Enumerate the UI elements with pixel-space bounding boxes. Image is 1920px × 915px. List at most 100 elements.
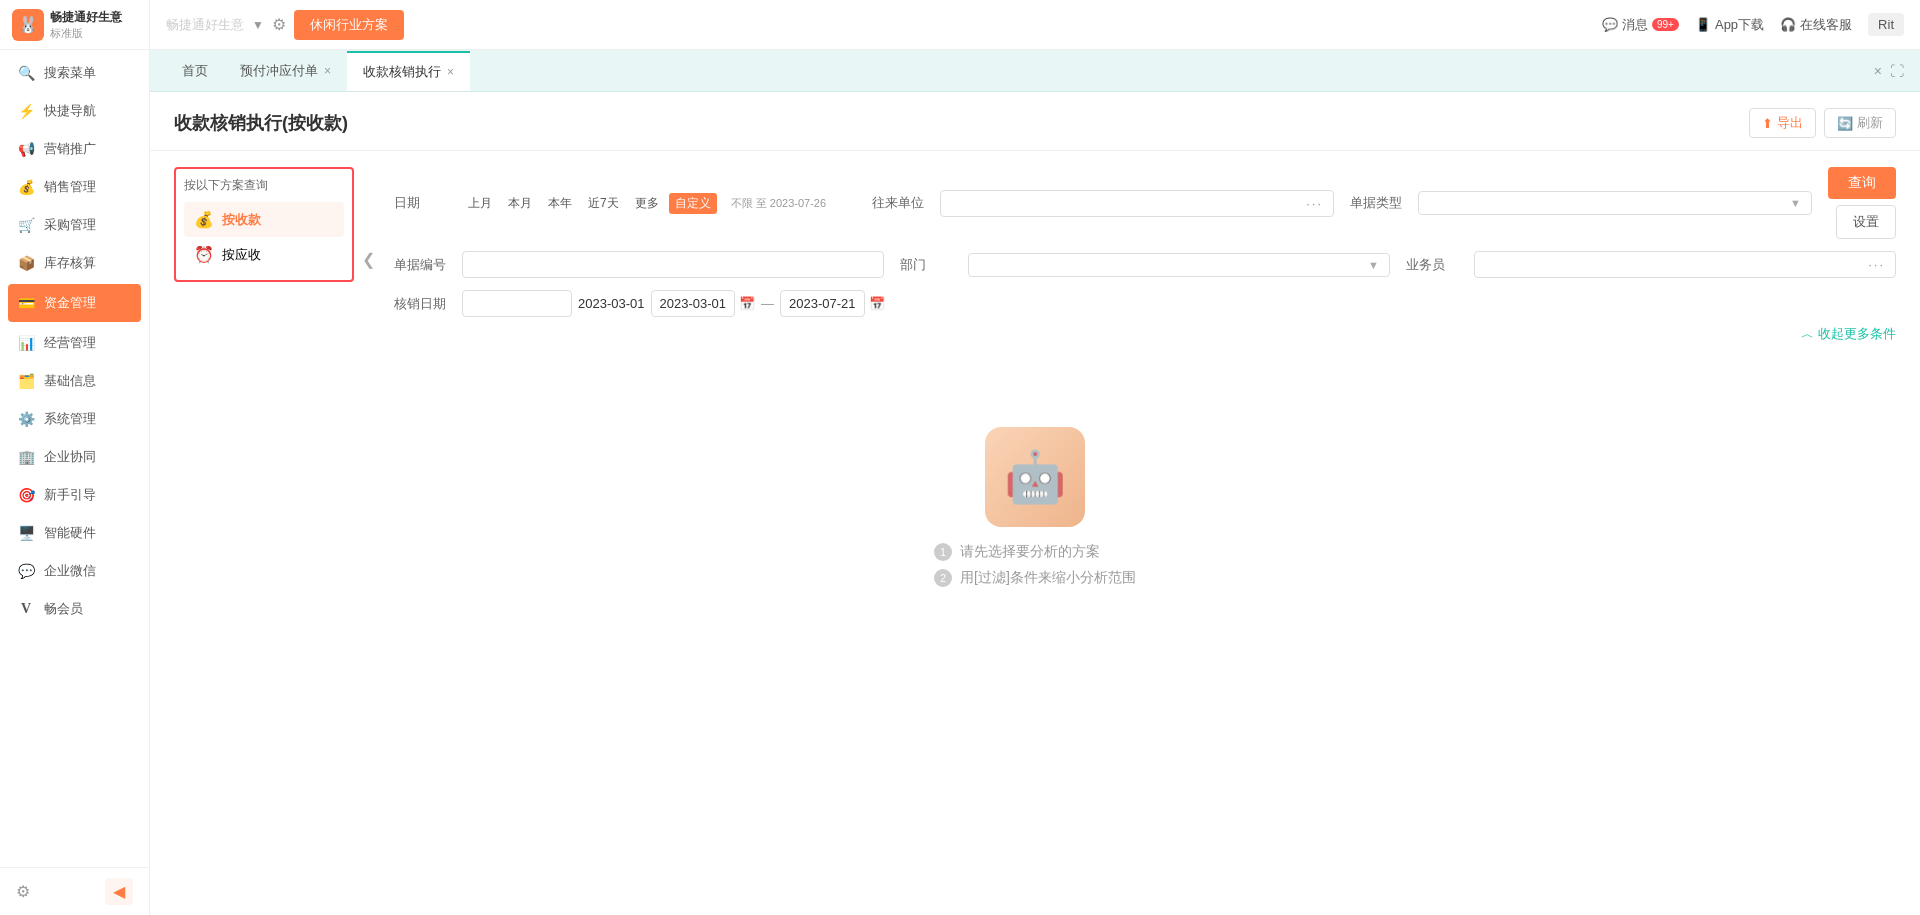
user-area[interactable]: Rit [1868, 17, 1904, 32]
collapse-left-icon: ❮ [362, 250, 375, 269]
collapse-more-button[interactable]: ︿ 收起更多条件 [1801, 325, 1896, 343]
guide-icon: 🎯 [16, 487, 36, 503]
staff-select[interactable] [1474, 251, 1896, 278]
solution-button[interactable]: 休闲行业方案 [294, 10, 404, 40]
date-btn-lastmonth[interactable]: 上月 [462, 193, 498, 214]
export-icon: ⬆ [1762, 116, 1773, 131]
sidebar-item-member[interactable]: V 畅会员 [0, 590, 149, 628]
sidebar-item-purchase[interactable]: 🛒 采购管理 [0, 206, 149, 244]
tab-prepay[interactable]: 预付冲应付单 × [224, 52, 347, 90]
hardware-icon: 🖥️ [16, 525, 36, 541]
date-btn-more[interactable]: 更多 [629, 193, 665, 214]
message-label: 消息 [1622, 16, 1648, 34]
filter-partner-col: 往来单位 [872, 190, 1334, 217]
sidebar-item-system[interactable]: ⚙️ 系统管理 [0, 400, 149, 438]
tip-num-1: 1 [934, 543, 952, 561]
sidebar-item-sales[interactable]: 💰 销售管理 [0, 168, 149, 206]
date-custom-badge[interactable]: 自定义 [669, 193, 717, 214]
receivable-option-label: 按应收 [222, 246, 261, 264]
date-btn-7days[interactable]: 近7天 [582, 193, 625, 214]
sidebar-item-marketing[interactable]: 📢 营销推广 [0, 130, 149, 168]
writeoffdate-start-input[interactable] [462, 290, 572, 317]
tip-text-1: 请先选择要分析的方案 [960, 543, 1100, 561]
settings-gear-icon[interactable]: ⚙ [272, 15, 286, 34]
sidebar-item-quicknav[interactable]: ⚡ 快捷导航 [0, 92, 149, 130]
enterprise-icon: 🏢 [16, 449, 36, 465]
collapse-button[interactable]: ◀ [105, 878, 133, 905]
operations-icon: 📊 [16, 335, 36, 351]
filter-left-wrapper: 按以下方案查询 💰 按收款 ⏰ 按应收 ❮ [174, 167, 378, 351]
settings-button[interactable]: ⚙ [16, 882, 30, 901]
vouchertype-label: 单据类型 [1350, 194, 1410, 212]
empty-robot-icon: 🤖 [1004, 448, 1066, 506]
logo-name-line2: 标准版 [50, 26, 122, 41]
filter-option-by-collection[interactable]: 💰 按收款 [184, 202, 344, 237]
sidebar-item-enterprise[interactable]: 🏢 企业协同 [0, 438, 149, 476]
tabbar-actions: × ⛶ [1874, 63, 1904, 79]
vouchertype-select[interactable]: ▼ [1418, 191, 1812, 215]
topbar-brand: 畅捷通好生意 [166, 16, 244, 34]
sidebar-label-basic: 基础信息 [44, 372, 96, 390]
filter-panel-collapse-button[interactable]: ❮ [358, 167, 378, 351]
filter-settings-button[interactable]: 设置 [1836, 205, 1896, 239]
search-icon: 🔍 [16, 65, 36, 81]
partner-dots-icon[interactable] [1306, 196, 1323, 211]
sidebar-item-guide[interactable]: 🎯 新手引导 [0, 476, 149, 514]
sidebar-item-capital[interactable]: 💳 资金管理 [8, 284, 141, 322]
sidebar-label-system: 系统管理 [44, 410, 96, 428]
sidebar-label-hardware: 智能硬件 [44, 524, 96, 542]
query-button[interactable]: 查询 [1828, 167, 1896, 199]
service-area[interactable]: 🎧 在线客服 [1780, 16, 1852, 34]
refresh-button[interactable]: 🔄 刷新 [1824, 108, 1896, 138]
sidebar-label-member: 畅会员 [44, 600, 83, 618]
staff-dots-icon[interactable] [1868, 257, 1885, 272]
expand-tabs-button[interactable]: ⛶ [1890, 63, 1904, 79]
filter-option-by-receivable[interactable]: ⏰ 按应收 [184, 237, 344, 272]
sidebar-item-search[interactable]: 🔍 搜索菜单 [0, 54, 149, 92]
sidebar-item-wechat[interactable]: 💬 企业微信 [0, 552, 149, 590]
writeoff-end-value[interactable]: 2023-07-21 [780, 290, 865, 317]
service-icon: 🎧 [1780, 17, 1796, 32]
empty-state: 🤖 1 请先选择要分析的方案 2 用[过滤]条件来缩小分析范围 [150, 367, 1920, 647]
date-separator: — [761, 296, 774, 311]
sidebar-item-hardware[interactable]: 🖥️ 智能硬件 [0, 514, 149, 552]
date-btn-thisyear[interactable]: 本年 [542, 193, 578, 214]
date-filter-buttons: 上月 本月 本年 近7天 更多 自定义 [462, 193, 717, 214]
page-header: 收款核销执行(按收款) ⬆ 导出 🔄 刷新 [150, 92, 1920, 151]
collection-option-label: 按收款 [222, 211, 261, 229]
dropdown-arrow-icon[interactable]: ▼ [252, 18, 264, 32]
partner-select[interactable] [940, 190, 1334, 217]
export-button[interactable]: ⬆ 导出 [1749, 108, 1816, 138]
writeoff-start-value[interactable]: 2023-03-01 [651, 290, 736, 317]
sidebar-label-capital: 资金管理 [44, 294, 96, 312]
tab-collection[interactable]: 收款核销执行 × [347, 51, 470, 91]
sidebar-item-operations[interactable]: 📊 经营管理 [0, 324, 149, 362]
filter-row-3: 核销日期 2023-03-01 📅 2023-03-01 📅 [394, 290, 1896, 317]
tab-collection-label: 收款核销执行 [363, 63, 441, 81]
system-icon: ⚙️ [16, 411, 36, 427]
sidebar-item-inventory[interactable]: 📦 库存核算 [0, 244, 149, 282]
writeoffdate-input-group: 2023-03-01 📅 2023-03-01 📅 — 2023-07-21 [462, 290, 885, 317]
filter-form: 日期 上月 本月 本年 近7天 更多 自定义 不限 至 2023-07-26 [394, 167, 1896, 351]
tab-prepay-label: 预付冲应付单 [240, 62, 318, 80]
main-area: 畅捷通好生意 ▼ ⚙ 休闲行业方案 💬 消息 99+ 📱 App下载 🎧 在线客… [150, 0, 1920, 915]
date-btn-thismonth[interactable]: 本月 [502, 193, 538, 214]
dept-select[interactable]: ▼ [968, 253, 1390, 277]
message-area[interactable]: 💬 消息 99+ [1602, 16, 1679, 34]
tab-collection-close-icon[interactable]: × [447, 65, 454, 79]
refresh-icon: 🔄 [1837, 116, 1853, 131]
topbar-left: 畅捷通好生意 ▼ ⚙ 休闲行业方案 [166, 10, 1590, 40]
close-all-tabs-button[interactable]: × [1874, 63, 1882, 79]
staff-label: 业务员 [1406, 256, 1466, 274]
vouchertype-chevron-icon: ▼ [1790, 197, 1801, 209]
app-download-area[interactable]: 📱 App下载 [1695, 16, 1764, 34]
tab-prepay-close-icon[interactable]: × [324, 64, 331, 78]
cal-end-icon[interactable]: 📅 [869, 296, 885, 311]
sidebar-item-basic[interactable]: 🗂️ 基础信息 [0, 362, 149, 400]
voucherno-input[interactable] [462, 251, 884, 278]
empty-tips: 1 请先选择要分析的方案 2 用[过滤]条件来缩小分析范围 [934, 543, 1136, 587]
page-title: 收款核销执行(按收款) [174, 111, 348, 135]
filter-area: 按以下方案查询 💰 按收款 ⏰ 按应收 ❮ [150, 151, 1920, 367]
cal-start-icon[interactable]: 📅 [739, 296, 755, 311]
tab-home[interactable]: 首页 [166, 52, 224, 90]
